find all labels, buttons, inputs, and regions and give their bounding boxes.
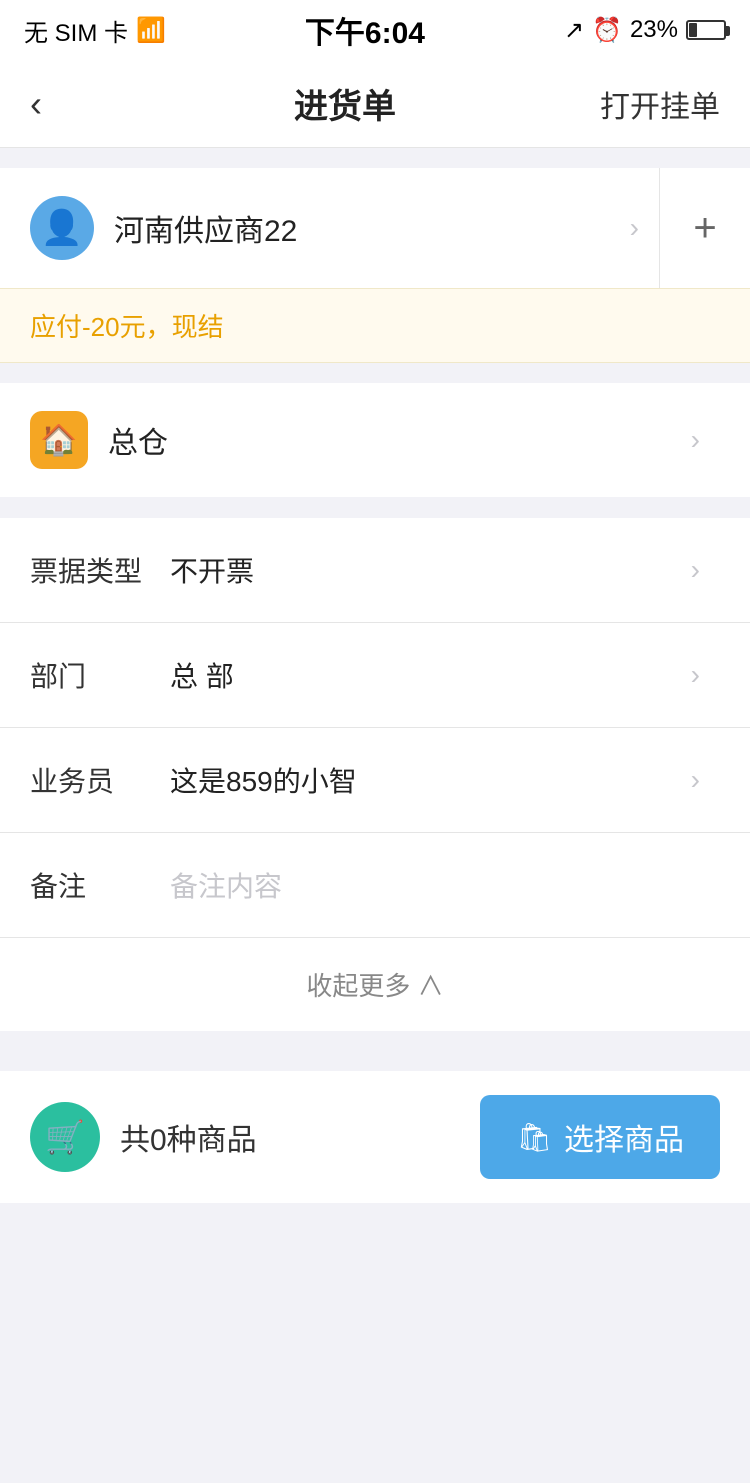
- open-pending-button[interactable]: 打开挂单: [600, 82, 720, 126]
- alarm-icon: ⏰: [592, 16, 622, 45]
- warehouse-name: 总仓: [108, 418, 671, 462]
- department-row[interactable]: 部门 总 部 ›: [0, 623, 750, 728]
- battery-icon: [686, 20, 726, 40]
- supplier-row[interactable]: 👤 河南供应商22 ›: [0, 168, 660, 288]
- status-left: 无 SIM 卡 📶: [24, 13, 166, 48]
- supplier-name: 河南供应商22: [114, 206, 610, 250]
- chevron-right-icon: ›: [610, 212, 659, 244]
- collapse-label: 收起更多 ∧: [306, 966, 443, 1003]
- chevron-right-icon-4: ›: [671, 659, 720, 691]
- bottom-bar: 🛒 共0种商品 🛍 选择商品: [0, 1071, 750, 1203]
- cart-icon-wrap: 🛒: [30, 1102, 100, 1172]
- empty-content-area: [0, 1203, 750, 1483]
- notice-text: 应付-20元，现结: [30, 312, 224, 342]
- person-icon: 👤: [41, 208, 83, 248]
- back-button[interactable]: ‹: [30, 83, 90, 125]
- add-supplier-button[interactable]: +: [660, 206, 750, 251]
- product-count: 共0种商品: [120, 1115, 480, 1159]
- time-label: 下午6:04: [305, 8, 425, 52]
- select-product-button[interactable]: 🛍 选择商品: [480, 1095, 720, 1179]
- page-title: 进货单: [294, 79, 396, 128]
- invoice-type-row[interactable]: 票据类型 不开票 ›: [0, 518, 750, 623]
- chevron-right-icon-5: ›: [671, 764, 720, 796]
- status-bar: 无 SIM 卡 📶 下午6:04 ↗ ⏰ 23%: [0, 0, 750, 60]
- section-gap-3: [0, 498, 750, 518]
- invoice-type-value: 不开票: [150, 550, 671, 590]
- supplier-section: 👤 河南供应商22 › +: [0, 168, 750, 288]
- wifi-icon: 📶: [136, 16, 166, 45]
- select-product-icon: 🛍: [516, 1121, 552, 1154]
- plus-icon: +: [693, 206, 716, 251]
- warehouse-row[interactable]: 🏠 总仓 ›: [0, 383, 750, 498]
- salesperson-value: 这是859的小智: [150, 760, 671, 800]
- avatar: 👤: [30, 196, 94, 260]
- collapse-button[interactable]: 收起更多 ∧: [0, 937, 750, 1031]
- remark-label: 备注: [30, 865, 150, 905]
- remark-row[interactable]: 备注 备注内容: [0, 833, 750, 937]
- chevron-right-icon-2: ›: [671, 424, 720, 456]
- section-gap-1: [0, 148, 750, 168]
- notice-banner: 应付-20元，现结: [0, 288, 750, 363]
- section-gap-4: [0, 1031, 750, 1051]
- location-icon: ↗: [564, 16, 584, 45]
- department-value: 总 部: [150, 655, 671, 695]
- salesperson-label: 业务员: [30, 760, 150, 800]
- remark-input[interactable]: 备注内容: [150, 865, 720, 905]
- form-section: 票据类型 不开票 › 部门 总 部 › 业务员 这是859的小智 › 备注 备注…: [0, 518, 750, 937]
- invoice-type-label: 票据类型: [30, 550, 150, 590]
- department-label: 部门: [30, 655, 150, 695]
- status-right: ↗ ⏰ 23%: [564, 16, 726, 45]
- chevron-right-icon-3: ›: [671, 554, 720, 586]
- cart-icon: 🛒: [45, 1118, 85, 1156]
- nav-bar: ‹ 进货单 打开挂单: [0, 60, 750, 148]
- salesperson-row[interactable]: 业务员 这是859的小智 ›: [0, 728, 750, 833]
- battery-percent: 23%: [630, 16, 678, 44]
- carrier-label: 无 SIM 卡: [24, 13, 128, 48]
- select-product-label: 选择商品: [564, 1115, 684, 1159]
- house-icon: 🏠: [40, 423, 77, 458]
- section-gap-2: [0, 363, 750, 383]
- warehouse-icon: 🏠: [30, 411, 88, 469]
